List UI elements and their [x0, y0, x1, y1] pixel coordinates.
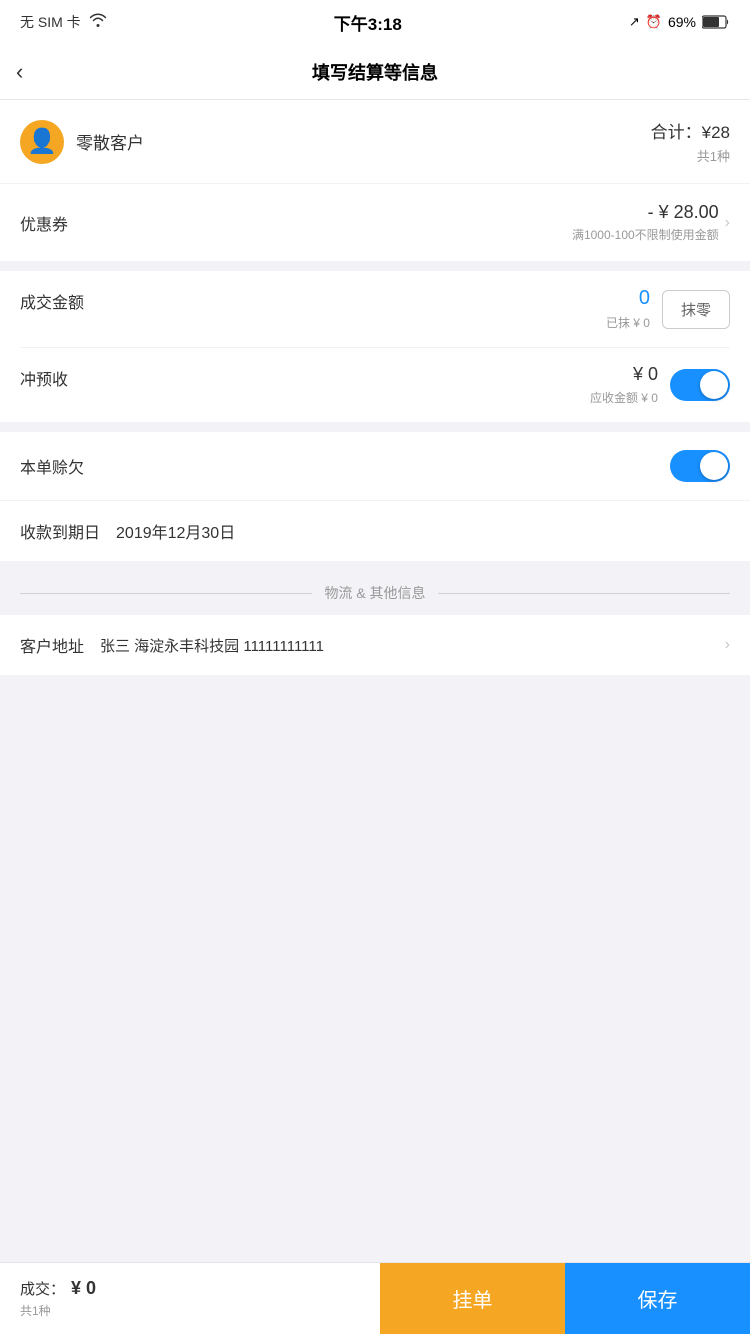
customer-name: 零散客户	[76, 129, 144, 154]
debt-toggle[interactable]	[670, 450, 730, 482]
transaction-label: 成交金额	[20, 287, 84, 313]
address-label: 客户地址	[20, 633, 90, 657]
bottom-count: 共1种	[20, 1302, 360, 1319]
customer-row: 👤 零散客户 合计：¥28 共1种	[0, 100, 750, 183]
debt-toggle-knob	[700, 452, 728, 480]
prepayment-row: 冲预收 ¥ 0 应收金额 ¥ 0	[20, 348, 730, 422]
total-price: 合计：¥28	[651, 118, 730, 143]
toggle-knob	[700, 371, 728, 399]
due-date-label: 收款到期日	[20, 519, 100, 543]
customer-right: 合计：¥28 共1种	[651, 118, 730, 165]
prepayment-sub: 应收金额 ¥ 0	[590, 389, 658, 406]
status-bar: 无 SIM 卡 下午3:18 ↗ ⏰ 69%	[0, 0, 750, 44]
customer-section: 👤 零散客户 合计：¥28 共1种 优惠券 - ¥ 28.00 满1000-10…	[0, 100, 750, 261]
divider-line-left	[20, 593, 312, 594]
hang-button[interactable]: 挂单	[380, 1263, 565, 1334]
transaction-amount-row: 成交金额 0 已抹 ¥ 0 抹零	[20, 271, 730, 348]
transaction-value-col: 0 已抹 ¥ 0	[606, 287, 650, 331]
chevron-right-icon: ›	[725, 214, 730, 232]
status-time: 下午3:18	[334, 10, 402, 35]
prepayment-value: ¥ 0	[590, 364, 658, 385]
amount-section: 成交金额 0 已抹 ¥ 0 抹零 冲预收 ¥ 0 应收金额 ¥ 0	[0, 271, 750, 422]
logistics-divider: 物流 & 其他信息	[0, 571, 750, 615]
customer-left: 👤 零散客户	[20, 120, 144, 164]
coupon-right-text: - ¥ 28.00 满1000-100不限制使用金额	[572, 202, 719, 243]
battery-icon	[702, 15, 730, 29]
transaction-value[interactable]: 0	[606, 287, 650, 310]
sim-label: 无 SIM 卡	[20, 12, 81, 32]
prepayment-value-col: ¥ 0 应收金额 ¥ 0	[590, 364, 658, 406]
deal-amount: ¥ 0	[71, 1278, 96, 1299]
prepayment-toggle[interactable]	[670, 369, 730, 401]
address-right: ›	[725, 636, 730, 654]
coupon-row[interactable]: 优惠券 - ¥ 28.00 满1000-100不限制使用金额 ›	[0, 183, 750, 261]
empty-space	[0, 675, 750, 875]
debt-section: 本单赊欠 收款到期日 2019年12月30日	[0, 432, 750, 561]
deal-label: 成交：	[20, 1278, 65, 1299]
coupon-right: - ¥ 28.00 满1000-100不限制使用金额 ›	[572, 202, 730, 243]
total-count: 共1种	[651, 146, 730, 165]
battery-label: 69%	[668, 14, 696, 30]
customer-avatar: 👤	[20, 120, 64, 164]
due-date-value[interactable]: 2019年12月30日	[116, 519, 235, 543]
location-icon: ↗	[629, 14, 640, 30]
address-value: 张三 海淀永丰科技园 11111111111	[100, 635, 725, 656]
coupon-label: 优惠券	[20, 211, 68, 235]
back-button[interactable]: ‹	[16, 59, 23, 85]
address-row[interactable]: 客户地址 张三 海淀永丰科技园 11111111111 ›	[0, 615, 750, 675]
transaction-right: 0 已抹 ¥ 0 抹零	[606, 287, 730, 331]
bottom-deal: 成交： ¥ 0	[20, 1278, 360, 1299]
logistics-text: 物流 & 其他信息	[324, 583, 425, 603]
round-button[interactable]: 抹零	[662, 290, 730, 329]
wifi-icon	[89, 13, 107, 31]
transaction-sub: 已抹 ¥ 0	[606, 314, 650, 331]
status-right: ↗ ⏰ 69%	[629, 14, 730, 30]
status-left: 无 SIM 卡	[20, 12, 107, 32]
coupon-discount: - ¥ 28.00	[572, 202, 719, 223]
nav-title: 填写结算等信息	[312, 59, 438, 85]
alarm-icon: ⏰	[646, 14, 662, 30]
address-chevron-icon: ›	[725, 636, 730, 654]
prepayment-label: 冲预收	[20, 364, 68, 390]
save-button[interactable]: 保存	[565, 1263, 750, 1334]
debt-toggle-row: 本单赊欠	[0, 432, 750, 500]
bottom-bar: 成交： ¥ 0 共1种 挂单 保存	[0, 1262, 750, 1334]
debt-label: 本单赊欠	[20, 454, 84, 478]
prepayment-right: ¥ 0 应收金额 ¥ 0	[590, 364, 730, 406]
bottom-summary: 成交： ¥ 0 共1种	[0, 1278, 380, 1319]
coupon-desc: 满1000-100不限制使用金额	[572, 226, 719, 243]
divider-line-right	[438, 593, 730, 594]
person-icon: 👤	[27, 127, 57, 156]
nav-bar: ‹ 填写结算等信息	[0, 44, 750, 100]
due-date-row: 收款到期日 2019年12月30日	[0, 500, 750, 561]
